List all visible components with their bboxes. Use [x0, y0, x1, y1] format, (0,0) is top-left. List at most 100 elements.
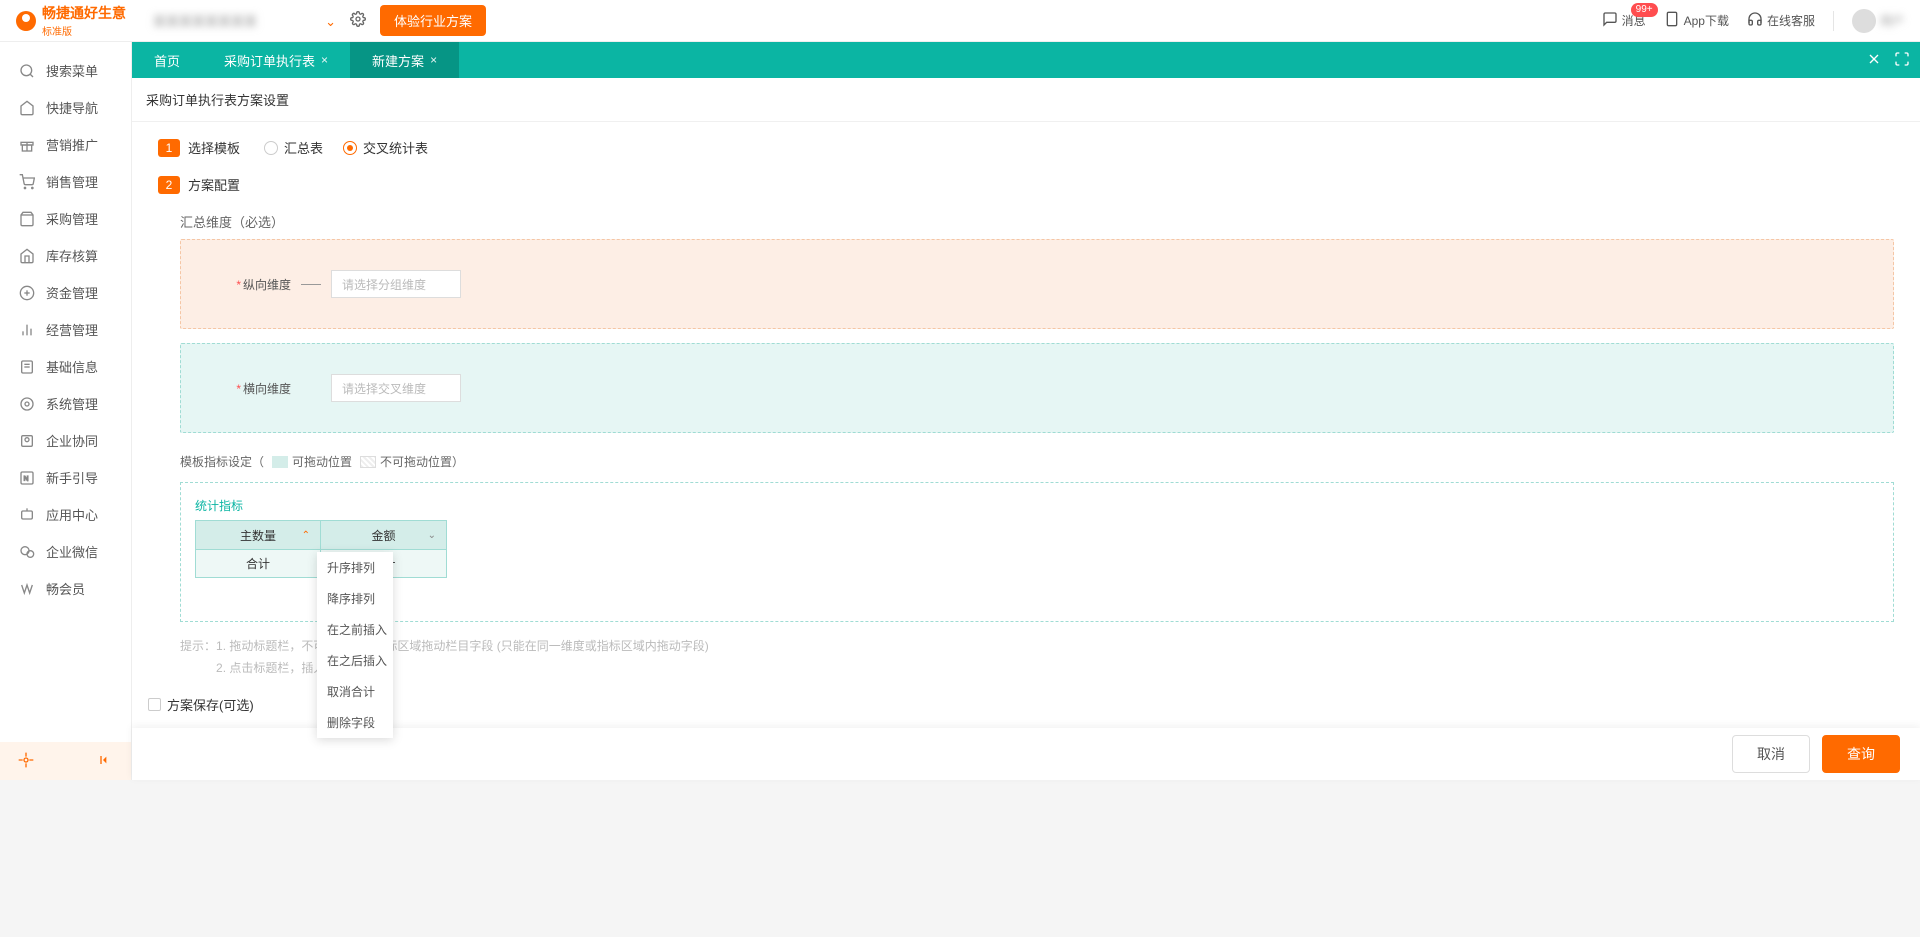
sidebar-item-14[interactable]: 畅会员: [0, 570, 131, 607]
close-icon[interactable]: ×: [321, 53, 328, 67]
doc-icon: [18, 358, 36, 376]
phone-icon: [1664, 11, 1680, 30]
home-icon: [18, 99, 36, 117]
sidebar-item-0[interactable]: 搜索菜单: [0, 52, 131, 89]
sidebar-item-label: 采购管理: [46, 209, 98, 228]
logo[interactable]: 畅捷通好生意 标准版: [16, 3, 134, 38]
apps-icon: [18, 506, 36, 524]
app-download-button[interactable]: App下载: [1664, 11, 1729, 30]
top-right: 消息 99+ App下载 在线客服 用户: [1602, 9, 1904, 33]
sidebar-item-label: 新手引导: [46, 468, 98, 487]
tab-1[interactable]: 采购订单执行表 ×: [202, 42, 350, 78]
step-2-label: 方案配置: [188, 175, 240, 194]
sidebar-item-6[interactable]: 资金管理: [0, 274, 131, 311]
dropdown-item-1[interactable]: 降序排列: [317, 583, 393, 614]
chart-icon: [18, 321, 36, 339]
radio-icon: [343, 141, 357, 155]
sidebar-item-2[interactable]: 营销推广: [0, 126, 131, 163]
sidebar-item-3[interactable]: 销售管理: [0, 163, 131, 200]
sidebar-item-label: 搜索菜单: [46, 61, 98, 80]
org-selector[interactable]: 某某某某某某某某 ⌄: [144, 6, 344, 35]
dropdown-item-0[interactable]: 升序排列: [317, 552, 393, 583]
cancel-button[interactable]: 取消: [1732, 735, 1810, 773]
horiz-dim-label: *横向维度: [211, 380, 291, 397]
sidebar-item-label: 营销推广: [46, 135, 98, 154]
gear-icon[interactable]: [350, 11, 366, 30]
indicator-header-qty[interactable]: 主数量 ⌃: [195, 520, 321, 550]
radio-cross-label: 交叉统计表: [363, 138, 428, 157]
sidebar-item-1[interactable]: 快捷导航: [0, 89, 131, 126]
edition-text: 标准版: [42, 23, 126, 38]
messages-button[interactable]: 消息 99+: [1602, 11, 1646, 30]
chevron-up-icon: ⌃: [302, 530, 310, 541]
query-button[interactable]: 查询: [1822, 735, 1900, 773]
indicator-dropdown: 升序排列降序排列在之前插入在之后插入取消合计删除字段: [317, 552, 393, 738]
radio-icon: [264, 141, 278, 155]
sidebar-item-5[interactable]: 库存核算: [0, 237, 131, 274]
tab-label: 采购订单执行表: [224, 51, 315, 70]
sidebar-item-7[interactable]: 经营管理: [0, 311, 131, 348]
indicator-sub-qty[interactable]: 合计: [195, 550, 321, 578]
radio-summary-label: 汇总表: [284, 138, 323, 157]
step-1-num: 1: [158, 139, 180, 157]
vert-dim-label: *纵向维度: [211, 276, 291, 293]
horizontal-dimension-box: *横向维度 请选择交叉维度: [180, 343, 1894, 433]
cta-button[interactable]: 体验行业方案: [380, 5, 486, 36]
team-icon: [18, 432, 36, 450]
logo-icon: [16, 11, 36, 31]
online-service-label: 在线客服: [1767, 12, 1815, 29]
chevron-down-icon: ⌄: [325, 14, 336, 30]
sidebar-item-13[interactable]: 企业微信: [0, 533, 131, 570]
message-icon: [1602, 11, 1618, 30]
sidebar-item-4[interactable]: 采购管理: [0, 200, 131, 237]
indicator-header-amount[interactable]: 金额 ⌄: [321, 520, 447, 550]
step-1-label: 选择模板: [188, 138, 240, 157]
divider: [1833, 11, 1834, 31]
user-name: 用户: [1880, 12, 1904, 29]
indicator-title: 统计指标: [195, 497, 1879, 514]
fullscreen-icon[interactable]: [1894, 51, 1910, 70]
sidebar-item-label: 销售管理: [46, 172, 98, 191]
dropdown-item-4[interactable]: 取消合计: [317, 676, 393, 707]
sidebar-item-9[interactable]: 系统管理: [0, 385, 131, 422]
collapse-icon[interactable]: [97, 752, 113, 771]
headset-icon: [1747, 11, 1763, 30]
org-name: 某某某某某某某某: [144, 6, 344, 35]
sidebar-item-12[interactable]: 应用中心: [0, 496, 131, 533]
tabs-bar: 首页采购订单执行表×新建方案×: [132, 42, 1920, 78]
settings-icon[interactable]: [18, 752, 34, 771]
save-option-row: 方案保存(可选): [148, 679, 1894, 730]
hints: 提示：1. 拖动标题栏，不可跨维度或指标区域拖动栏目字段 (只能在同一维度或指标…: [180, 636, 1894, 679]
user-menu[interactable]: 用户: [1852, 9, 1904, 33]
step-2-num: 2: [158, 176, 180, 194]
indicator-box: 统计指标 主数量 ⌃ 合计 升序排列降序排列在之前插入在之后插入取消合计删除字: [180, 482, 1894, 622]
indicator-table: 主数量 ⌃ 合计 升序排列降序排列在之前插入在之后插入取消合计删除字段 金: [195, 520, 1879, 578]
online-service-button[interactable]: 在线客服: [1747, 11, 1815, 30]
horiz-dim-input[interactable]: 请选择交叉维度: [331, 374, 461, 402]
sidebar-item-label: 资金管理: [46, 283, 98, 302]
indicator-legend: 模板指标设定（ 可拖动位置 不可拖动位置）: [180, 453, 1894, 470]
house-icon: [18, 247, 36, 265]
sidebar-item-11[interactable]: N 新手引导: [0, 459, 131, 496]
dropdown-item-5[interactable]: 删除字段: [317, 707, 393, 738]
template-radio-group: 汇总表 交叉统计表: [264, 138, 428, 157]
vert-dim-input[interactable]: 请选择分组维度: [331, 270, 461, 298]
bag-icon: [18, 210, 36, 228]
tabs-controls: [1866, 42, 1920, 78]
sidebar-item-label: 畅会员: [46, 579, 85, 598]
close-icon[interactable]: ×: [430, 53, 437, 67]
sidebar-item-10[interactable]: 企业协同: [0, 422, 131, 459]
main: 首页采购订单执行表×新建方案× 采购订单执行表方案设置 1 选择模板 汇总: [132, 42, 1920, 780]
sidebar: 搜索菜单快捷导航营销推广销售管理采购管理库存核算资金管理经营管理基础信息系统管理…: [0, 0, 132, 780]
radio-cross[interactable]: 交叉统计表: [343, 138, 428, 157]
svg-text:N: N: [24, 475, 29, 482]
dropdown-item-2[interactable]: 在之前插入: [317, 614, 393, 645]
dropdown-item-3[interactable]: 在之后插入: [317, 645, 393, 676]
radio-summary[interactable]: 汇总表: [264, 138, 323, 157]
sidebar-item-8[interactable]: 基础信息: [0, 348, 131, 385]
tab-2[interactable]: 新建方案×: [350, 42, 459, 78]
tab-0[interactable]: 首页: [132, 42, 202, 78]
save-checkbox[interactable]: [148, 698, 161, 711]
vertical-dimension-box: *纵向维度 请选择分组维度: [180, 239, 1894, 329]
close-all-icon[interactable]: [1866, 51, 1882, 70]
